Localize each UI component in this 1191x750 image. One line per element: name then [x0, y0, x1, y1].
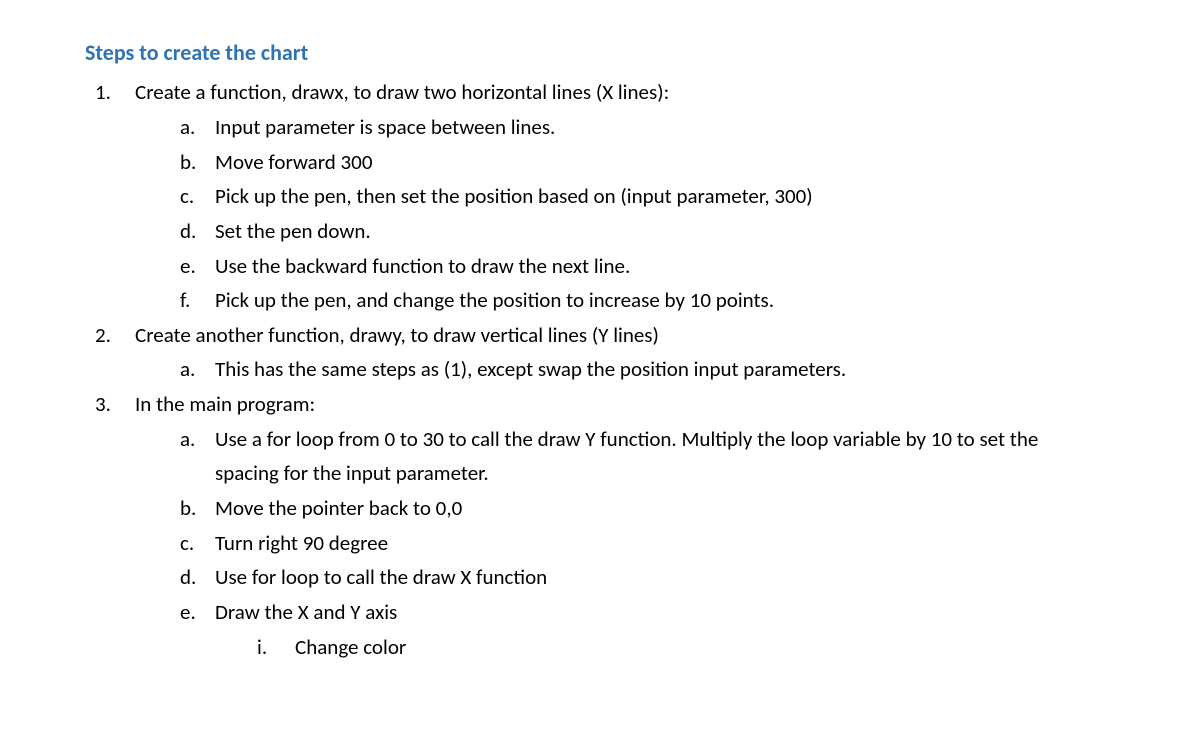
list-marker: c. [180, 179, 210, 214]
list-text: Use the backward function to draw the ne… [215, 253, 630, 279]
sub-list: a. Input parameter is space between line… [135, 110, 1106, 318]
list-text: Move the pointer back to 0,0 [215, 495, 462, 521]
list-item: c. Pick up the pen, then set the positio… [215, 179, 1106, 214]
list-marker: a. [180, 352, 210, 387]
list-item: d. Set the pen down. [215, 214, 1106, 249]
list-text: Create another function, drawy, to draw … [135, 322, 659, 348]
list-text: Use for loop to call the draw X function [215, 564, 547, 590]
list-marker: b. [180, 145, 210, 180]
list-marker: 3. [95, 387, 125, 422]
list-text: Change color [295, 634, 406, 660]
list-item: d. Use for loop to call the draw X funct… [215, 560, 1106, 595]
list-item: c. Turn right 90 degree [215, 526, 1106, 561]
list-text: This has the same steps as (1), except s… [215, 356, 846, 382]
list-item: e. Use the backward function to draw the… [215, 249, 1106, 284]
list-text: Turn right 90 degree [215, 530, 388, 556]
list-item: a. This has the same steps as (1), excep… [215, 352, 1106, 387]
list-text: Move forward 300 [215, 149, 372, 175]
sub-list: a. This has the same steps as (1), excep… [135, 352, 1106, 387]
main-list: 1. Create a function, drawx, to draw two… [85, 75, 1106, 664]
list-marker: a. [180, 110, 210, 145]
list-text: In the main program: [135, 391, 315, 417]
list-item: f. Pick up the pen, and change the posit… [215, 283, 1106, 318]
list-text: Set the pen down. [215, 218, 371, 244]
list-marker: 2. [95, 318, 125, 353]
list-item: 1. Create a function, drawx, to draw two… [135, 75, 1106, 317]
list-marker: e. [180, 249, 210, 284]
list-item: b. Move forward 300 [215, 145, 1106, 180]
list-text: Create a function, drawx, to draw two ho… [135, 79, 669, 105]
list-marker: d. [180, 214, 210, 249]
list-item: i. Change color [295, 630, 1106, 665]
list-marker: f. [180, 283, 210, 318]
list-text: Input parameter is space between lines. [215, 114, 555, 140]
list-marker: b. [180, 491, 210, 526]
list-text: Pick up the pen, and change the position… [215, 287, 774, 313]
list-item: 2. Create another function, drawy, to dr… [135, 318, 1106, 387]
list-marker: a. [180, 422, 210, 457]
list-marker: c. [180, 526, 210, 561]
list-marker: d. [180, 560, 210, 595]
list-text: Draw the X and Y axis [215, 599, 397, 625]
list-text: Pick up the pen, then set the position b… [215, 183, 813, 209]
list-item: a. Use a for loop from 0 to 30 to call t… [215, 422, 1106, 491]
sub-list: a. Use a for loop from 0 to 30 to call t… [135, 422, 1106, 664]
list-marker: 1. [95, 75, 125, 110]
document-heading: Steps to create the chart [85, 35, 1106, 71]
list-item: 3. In the main program: a. Use a for loo… [135, 387, 1106, 664]
list-item: a. Input parameter is space between line… [215, 110, 1106, 145]
list-text: Use a for loop from 0 to 30 to call the … [215, 426, 1038, 487]
list-item: b. Move the pointer back to 0,0 [215, 491, 1106, 526]
list-marker: i. [257, 630, 287, 665]
sub-sub-list: i. Change color [215, 630, 1106, 665]
list-marker: e. [180, 595, 210, 630]
list-item: e. Draw the X and Y axis i. Change color [215, 595, 1106, 664]
